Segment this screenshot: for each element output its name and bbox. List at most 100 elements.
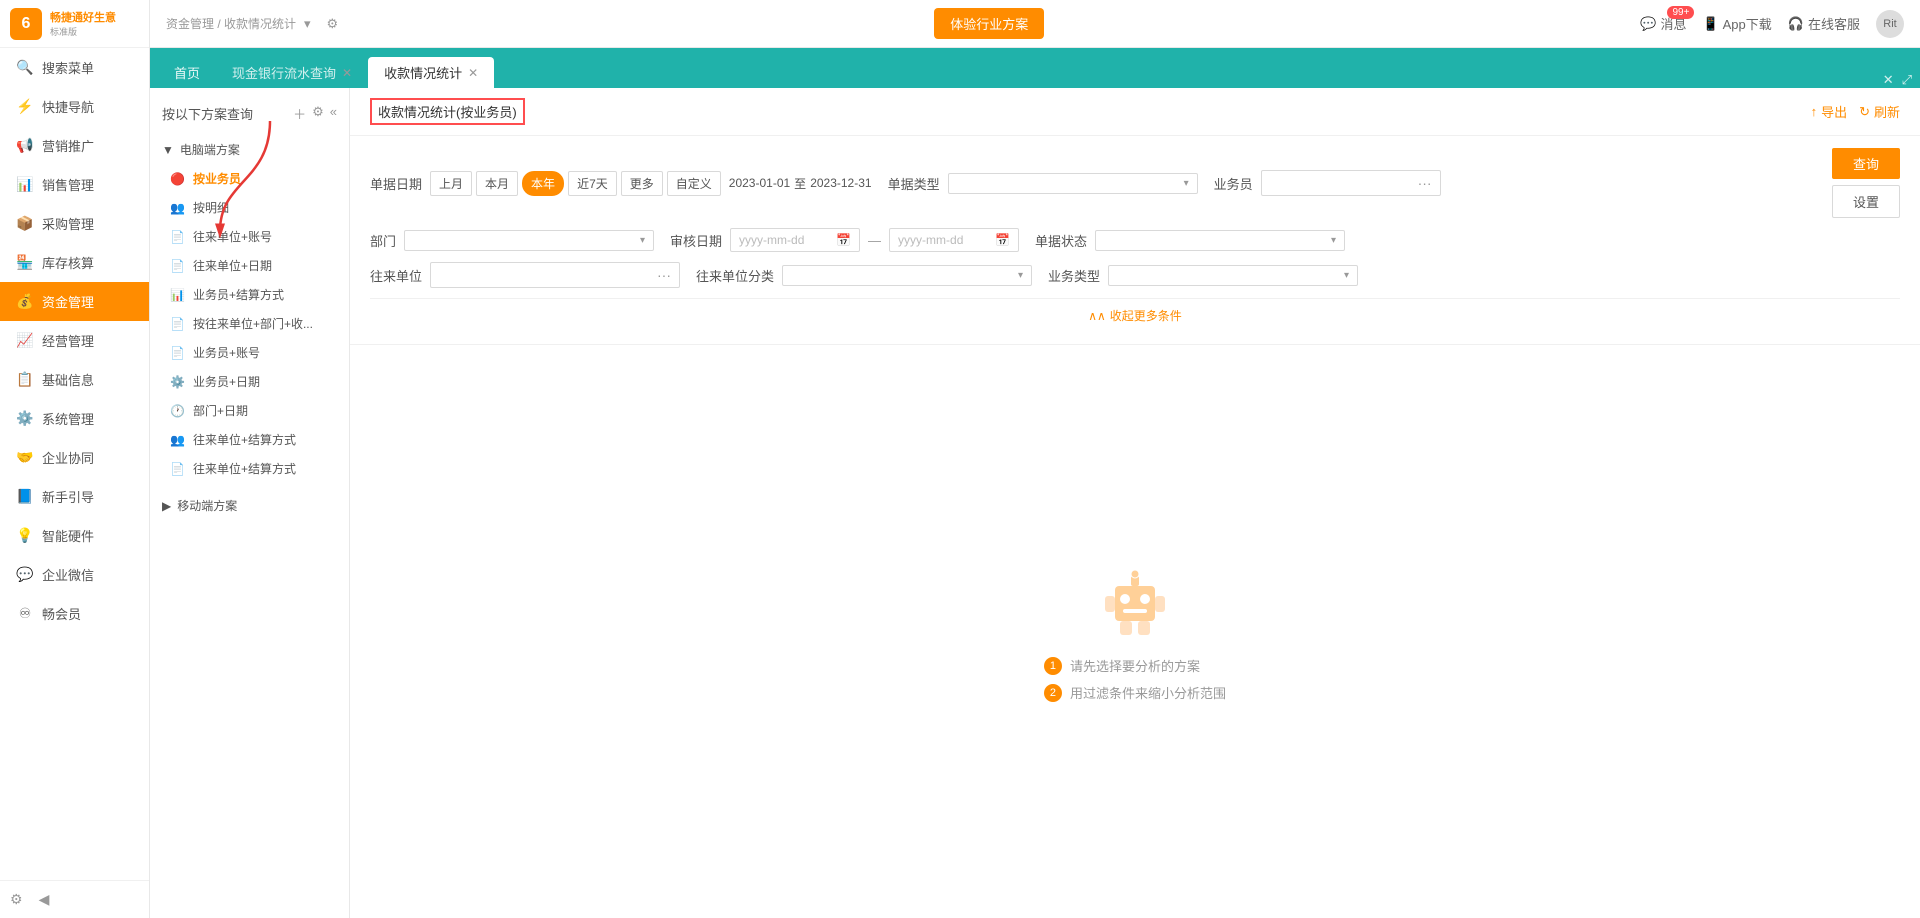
scheme-item-by-salesperson[interactable]: 🔴 按业务员 — [150, 164, 349, 193]
date-btn-this-year[interactable]: 本年 — [522, 171, 564, 196]
collapse-panel-btn[interactable]: « — [330, 104, 337, 123]
review-date-to[interactable]: yyyy-mm-dd 📅 — [889, 228, 1019, 252]
dropdown-icon[interactable]: ▾ — [304, 16, 311, 32]
tab-fullscreen-icon[interactable]: ⤢ — [1902, 72, 1912, 88]
collapse-icon[interactable]: ◀ — [39, 891, 50, 908]
sidebar-item-cooperation[interactable]: 🤝 企业协同 — [0, 438, 149, 477]
review-date-from[interactable]: yyyy-mm-dd 📅 — [730, 228, 860, 252]
left-panel-header: 按以下方案查询 ＋ ⚙ « — [150, 96, 349, 131]
bill-type-select[interactable]: ▾ — [948, 173, 1198, 194]
sidebar-item-quicknav[interactable]: ⚡ 快捷导航 — [0, 87, 149, 126]
sidebar-item-member-label: 畅会员 — [42, 604, 81, 623]
sidebar-item-guide[interactable]: 📘 新手引导 — [0, 477, 149, 516]
member-icon: ♾ — [16, 605, 34, 623]
scheme-item-unit-date[interactable]: 📄 往来单位+日期 — [150, 251, 349, 280]
sidebar-item-hardware[interactable]: 💡 智能硬件 — [0, 516, 149, 555]
tab-home[interactable]: 首页 — [158, 57, 216, 88]
desktop-scheme-label: 电脑端方案 — [180, 141, 240, 158]
user-avatar[interactable]: Rit — [1876, 10, 1904, 38]
mobile-collapse-arrow: ▶ — [162, 499, 171, 513]
left-panel-actions: ＋ ⚙ « — [293, 104, 337, 123]
salesperson-more-icon[interactable]: ··· — [1418, 175, 1432, 191]
set-btn[interactable]: 设置 — [1832, 185, 1900, 218]
calendar-icon-2: 📅 — [995, 233, 1010, 247]
sidebar-item-system[interactable]: ⚙️ 系统管理 — [0, 399, 149, 438]
tab-cash-flow-close[interactable]: ✕ — [342, 66, 352, 80]
bill-type-chevron: ▾ — [1184, 178, 1189, 189]
desktop-scheme-section: ▼ 电脑端方案 🔴 按业务员 👥 按明细 📄 往来单位+账号 — [150, 131, 349, 487]
date-btn-last7days[interactable]: 近7天 — [568, 171, 617, 196]
tab-receipt-stats[interactable]: 收款情况统计 ✕ — [368, 57, 494, 88]
scheme-item-salesperson-account[interactable]: 📄 业务员+账号 — [150, 338, 349, 367]
refresh-label: 刷新 — [1874, 102, 1900, 121]
active-scheme-icon: 🔴 — [170, 172, 185, 186]
scheme-salesperson-account-label: 业务员+账号 — [193, 344, 260, 361]
sidebar-item-member[interactable]: ♾ 畅会员 — [0, 594, 149, 633]
scheme-item-salesperson-method[interactable]: 📊 业务员+结算方式 — [150, 280, 349, 309]
settings-icon[interactable]: ⚙ — [10, 891, 23, 908]
sidebar-item-inventory[interactable]: 🏪 库存核算 — [0, 243, 149, 282]
settings-icon[interactable]: ⚙ — [327, 16, 339, 32]
date-btn-custom[interactable]: 自定义 — [667, 171, 721, 196]
counterpart-type-filter: 往来单位分类 ▾ — [696, 265, 1032, 286]
refresh-btn[interactable]: ↻ 刷新 — [1859, 102, 1900, 121]
desktop-scheme-title[interactable]: ▼ 电脑端方案 — [150, 135, 349, 164]
query-btn[interactable]: 查询 — [1832, 148, 1900, 179]
dept-label: 部门 — [370, 231, 396, 250]
dept-filter: 部门 ▾ — [370, 230, 654, 251]
try-industry-btn[interactable]: 体验行业方案 — [934, 8, 1044, 39]
date-btn-this-month[interactable]: 本月 — [476, 171, 518, 196]
sidebar-item-operations[interactable]: 📈 经营管理 — [0, 321, 149, 360]
biz-type-filter: 业务类型 ▾ — [1048, 265, 1358, 286]
collapse-more-bar[interactable]: ∧∧ 收起更多条件 — [370, 298, 1900, 332]
date-btn-last-month[interactable]: 上月 — [430, 171, 472, 196]
tab-receipt-stats-close[interactable]: ✕ — [468, 66, 478, 80]
left-panel-title: 按以下方案查询 — [162, 104, 253, 123]
sidebar-item-wechat[interactable]: 💬 企业微信 — [0, 555, 149, 594]
scheme-item-unit-dept-collect[interactable]: 📄 按往来单位+部门+收... — [150, 309, 349, 338]
messages-btn[interactable]: 💬 消息 99+ — [1640, 14, 1686, 33]
scheme-item-salesperson-date[interactable]: ⚙️ 业务员+日期 — [150, 367, 349, 396]
scheme-settings-icon[interactable]: ⚙ — [312, 104, 324, 123]
app-download-label: App下载 — [1723, 14, 1772, 33]
scheme-item-unit-method1[interactable]: 👥 往来单位+结算方式 — [150, 425, 349, 454]
page-header-actions: ↑ 导出 ↻ 刷新 — [1811, 102, 1900, 121]
scheme-item-unit-account[interactable]: 📄 往来单位+账号 — [150, 222, 349, 251]
tab-close-all-icon[interactable]: ✕ — [1883, 72, 1894, 88]
quicknav-icon: ⚡ — [16, 98, 34, 116]
sidebar-item-purchase[interactable]: 📦 采购管理 — [0, 204, 149, 243]
export-btn[interactable]: ↑ 导出 — [1811, 102, 1848, 121]
counterpart-select[interactable]: ··· — [430, 262, 680, 288]
wechat-icon: 💬 — [16, 566, 34, 584]
date-btn-more[interactable]: 更多 — [621, 171, 663, 196]
tab-receipt-stats-label: 收款情况统计 — [384, 63, 462, 82]
empty-state: 1 请先选择要分析的方案 2 用过滤条件来缩小分析范围 — [350, 345, 1920, 918]
dept-select[interactable]: ▾ — [404, 230, 654, 251]
counterpart-more-icon[interactable]: ··· — [657, 267, 671, 283]
sidebar-item-finance[interactable]: 💰 资金管理 — [0, 282, 149, 321]
mobile-scheme-section: ▶ 移动端方案 — [150, 487, 349, 524]
sidebar-item-system-label: 系统管理 — [42, 409, 94, 428]
scheme-unit-date-label: 往来单位+日期 — [193, 257, 272, 274]
sidebar-item-basicinfo[interactable]: 📋 基础信息 — [0, 360, 149, 399]
sidebar-item-search[interactable]: 🔍 搜索菜单 — [0, 48, 149, 87]
online-service-btn[interactable]: 🎧 在线客服 — [1788, 14, 1860, 33]
scheme-item-unit-method2[interactable]: 📄 往来单位+结算方式 — [150, 454, 349, 483]
bill-type-filter: 单据类型 ▾ — [888, 173, 1198, 194]
sidebar-item-marketing[interactable]: 📢 营销推广 — [0, 126, 149, 165]
scheme-item-by-detail[interactable]: 👥 按明细 — [150, 193, 349, 222]
mobile-scheme-title[interactable]: ▶ 移动端方案 — [150, 491, 349, 520]
app-download-btn[interactable]: 📱 App下载 — [1702, 14, 1771, 33]
finance-icon: 💰 — [16, 293, 34, 311]
add-scheme-btn[interactable]: ＋ — [293, 104, 306, 123]
inventory-icon: 🏪 — [16, 254, 34, 272]
sidebar-item-sales[interactable]: 📊 销售管理 — [0, 165, 149, 204]
cooperation-icon: 🤝 — [16, 449, 34, 467]
scheme-item-dept-date[interactable]: 🕐 部门+日期 — [150, 396, 349, 425]
counterpart-type-select[interactable]: ▾ — [782, 265, 1032, 286]
biz-type-select[interactable]: ▾ — [1108, 265, 1358, 286]
bill-status-select[interactable]: ▾ — [1095, 230, 1345, 251]
salesperson-select[interactable]: ··· — [1261, 170, 1441, 196]
logo-name: 畅捷通好生意 — [50, 9, 116, 25]
tab-cash-flow[interactable]: 现金银行流水查询 ✕ — [216, 57, 368, 88]
